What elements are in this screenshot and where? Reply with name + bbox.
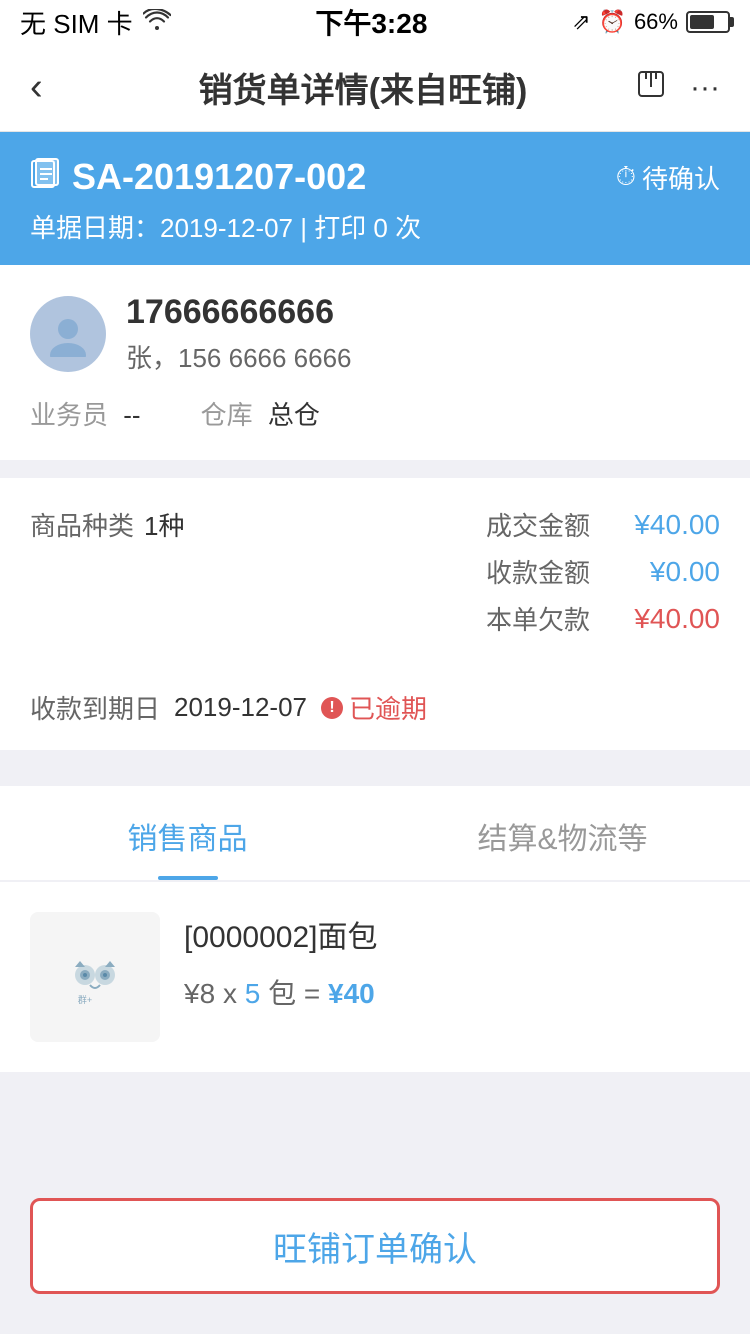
carrier-label: 无 SIM 卡 (20, 4, 133, 41)
wifi-icon (143, 7, 171, 38)
customer-phone: 17666666666 (126, 293, 720, 332)
salesperson-meta: 业务员 -- (30, 395, 141, 432)
nav-bar: ‹ 销货单详情(来自旺铺) ··· (0, 44, 750, 132)
customer-card: 17666666666 张，156 6666 6666 业务员 -- 仓库 总仓 (0, 265, 750, 460)
customer-name: 张，156 6666 6666 (126, 338, 720, 375)
status-bar: 无 SIM 卡 下午3:28 ⇗ ⏰ 66% (0, 0, 750, 44)
amount-card: 商品种类 1种 成交金额 ¥40.00 收款金额 ¥0.00 本单欠款 ¥40.… (0, 478, 750, 665)
status-bar-left: 无 SIM 卡 (20, 4, 171, 41)
share-icon[interactable] (636, 69, 666, 107)
product-list: 群+ [0000002]面包 ¥8 x 5 包 = ¥40 (0, 882, 750, 1072)
divider-2 (0, 750, 750, 768)
confirm-button[interactable]: 旺铺订单确认 (30, 1198, 720, 1294)
product-name: [0000002]面包 (184, 912, 720, 956)
more-icon[interactable]: ··· (690, 71, 720, 105)
clock-icon: ⏱ (616, 161, 636, 193)
bottom-action: 旺铺订单确认 (0, 1178, 750, 1334)
back-button[interactable]: ‹ (30, 66, 90, 109)
due-amount: ¥40.00 (620, 603, 720, 635)
due-date-card: 收款到期日 2019-12-07 ! 已逾期 (0, 665, 750, 750)
order-id: SA-20191207-002 (30, 156, 366, 198)
divider-1 (0, 460, 750, 478)
order-icon (30, 156, 62, 198)
order-header: SA-20191207-002 ⏱ 待确认 单据日期：2019-12-07 | … (0, 132, 750, 265)
product-info: [0000002]面包 ¥8 x 5 包 = ¥40 (184, 912, 720, 1012)
status-bar-right: ⇗ ⏰ 66% (572, 9, 730, 35)
order-status: ⏱ 待确认 (616, 159, 720, 196)
svg-text:群+: 群+ (78, 994, 92, 1005)
tab-settlement[interactable]: 结算&物流等 (375, 786, 750, 880)
battery-icon (686, 11, 730, 33)
product-count: 商品种类 1种 (30, 506, 184, 543)
transaction-amount: ¥40.00 (620, 509, 720, 541)
order-date: 单据日期：2019-12-07 | 打印 0 次 (30, 208, 720, 245)
avatar (30, 296, 106, 372)
product-thumbnail: 群+ (30, 912, 160, 1042)
battery-label: 66% (634, 9, 678, 35)
warehouse-meta: 仓库 总仓 (201, 395, 320, 432)
alarm-icon: ⏰ (599, 9, 626, 35)
overdue-badge: ! 已逾期 (321, 689, 427, 726)
status-bar-time: 下午3:28 (315, 2, 427, 42)
tabs: 销售商品 结算&物流等 (0, 786, 750, 880)
amounts-list: 成交金额 ¥40.00 收款金额 ¥0.00 本单欠款 ¥40.00 (486, 506, 720, 637)
received-amount: ¥0.00 (620, 556, 720, 588)
product-price-row: ¥8 x 5 包 = ¥40 (184, 972, 720, 1012)
overdue-icon: ! (321, 697, 343, 719)
product-item: 群+ [0000002]面包 ¥8 x 5 包 = ¥40 (0, 882, 750, 1072)
tab-sales-product[interactable]: 销售商品 (0, 786, 375, 880)
location-icon: ⇗ (572, 9, 590, 35)
nav-actions: ··· (636, 69, 720, 107)
page-title: 销货单详情(来自旺铺) (199, 63, 528, 112)
